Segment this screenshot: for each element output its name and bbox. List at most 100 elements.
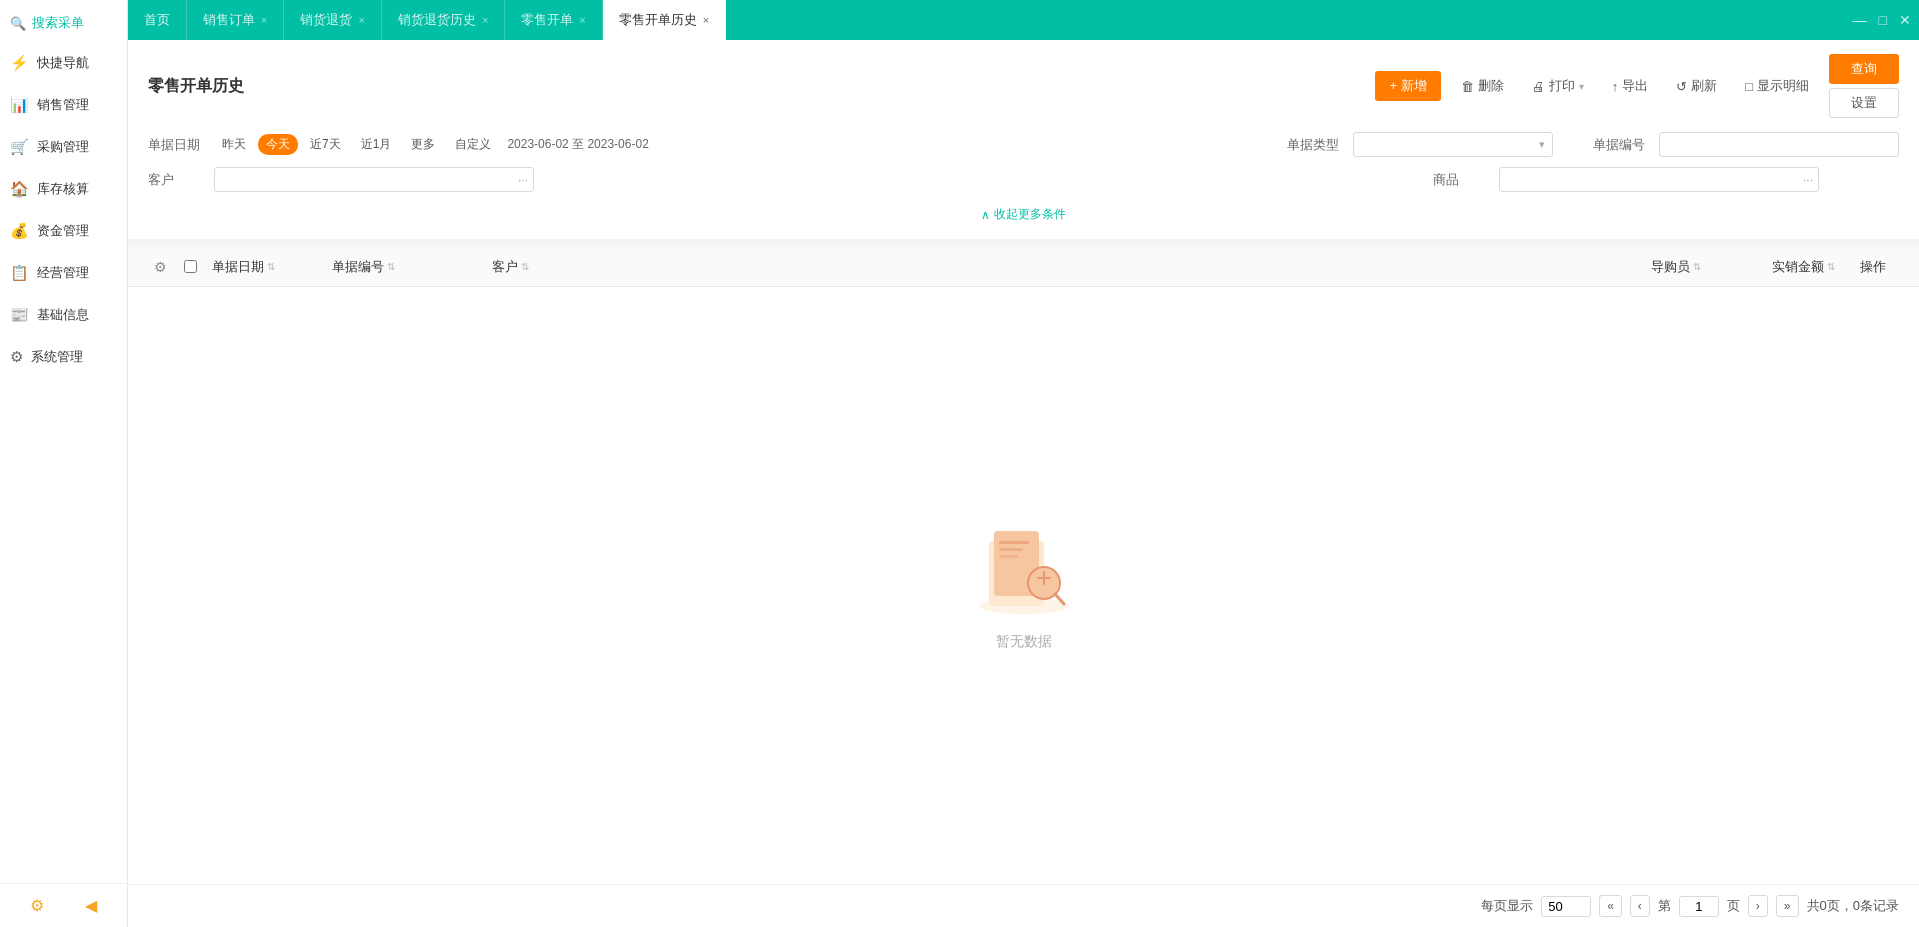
date-btn-yesterday[interactable]: 昨天 <box>214 134 254 155</box>
query-button[interactable]: 查询 <box>1829 54 1899 84</box>
date-btn-7days[interactable]: 近7天 <box>302 134 349 155</box>
th-action: 操作 <box>1843 258 1903 276</box>
tab-sales-order-close[interactable]: × <box>261 15 267 26</box>
th-checkbox[interactable] <box>176 260 204 273</box>
tab-retail-open[interactable]: 零售开单 × <box>505 0 602 40</box>
th-amount-label: 实销金额 <box>1772 258 1824 276</box>
empty-state: 暂无数据 <box>128 287 1919 884</box>
date-btn-today[interactable]: 今天 <box>258 134 298 155</box>
tab-home[interactable]: 首页 <box>128 0 187 40</box>
sidebar: 🔍 搜索采单 ⚡ 快捷导航 📊 销售管理 🛒 采购管理 🏠 库存核算 💰 资金管… <box>0 0 128 927</box>
goods-input[interactable] <box>1499 167 1819 192</box>
bill-type-label: 单据类型 <box>1287 136 1345 154</box>
quick-nav-icon: ⚡ <box>10 54 29 72</box>
tab-sales-order[interactable]: 销售订单 × <box>187 0 284 40</box>
th-salesman-sort[interactable]: ⇅ <box>1693 261 1701 272</box>
tab-sales-return[interactable]: 销货退货 × <box>284 0 381 40</box>
display-detail-button[interactable]: □ 显示明细 <box>1737 73 1817 99</box>
th-date-sort[interactable]: ⇅ <box>267 261 275 272</box>
print-icon: 🖨 <box>1532 79 1545 94</box>
tab-sales-return-history-close[interactable]: × <box>482 15 488 26</box>
th-customer: 客户 ⇅ <box>484 258 1643 276</box>
th-amount: 实销金额 ⇅ <box>1743 258 1843 276</box>
bill-no-input[interactable] <box>1659 132 1899 157</box>
tab-sales-order-label: 销售订单 <box>203 11 255 29</box>
export-label: 导出 <box>1622 77 1648 95</box>
collapse-row: ∧ 收起更多条件 <box>148 202 1899 229</box>
empty-illustration <box>964 521 1084 621</box>
footer-settings-icon[interactable]: ⚙ <box>30 896 44 915</box>
next-page-btn[interactable]: › <box>1748 895 1768 917</box>
sidebar-item-inventory[interactable]: 🏠 库存核算 <box>0 168 127 210</box>
tab-retail-history-label: 零售开单历史 <box>619 11 697 29</box>
th-date: 单据日期 ⇅ <box>204 258 324 276</box>
sidebar-item-purchase-mgmt[interactable]: 🛒 采购管理 <box>0 126 127 168</box>
print-chevron: ▾ <box>1579 81 1584 92</box>
print-button[interactable]: 🖨 打印 ▾ <box>1524 73 1592 99</box>
page-size-select[interactable]: 50 10 20 100 <box>1541 896 1591 917</box>
delete-button[interactable]: 🗑 删除 <box>1453 73 1512 99</box>
sidebar-item-sys-mgmt[interactable]: ⚙ 系统管理 <box>0 336 127 378</box>
th-action-label: 操作 <box>1860 258 1886 276</box>
svg-rect-4 <box>999 548 1023 551</box>
tab-home-label: 首页 <box>144 11 170 29</box>
th-date-label: 单据日期 <box>212 258 264 276</box>
date-buttons: 昨天 今天 近7天 近1月 更多 自定义 2023-06-02 至 2023-0… <box>214 134 649 155</box>
th-billno-sort[interactable]: ⇅ <box>387 261 395 272</box>
date-btn-more[interactable]: 更多 <box>403 134 443 155</box>
close-btn-win[interactable]: ✕ <box>1899 12 1911 28</box>
tab-sales-return-close[interactable]: × <box>358 15 364 26</box>
window-controls: — □ ✕ <box>1853 12 1919 28</box>
footer-collapse-icon[interactable]: ◀ <box>85 896 97 915</box>
sidebar-item-finance[interactable]: 💰 资金管理 <box>0 210 127 252</box>
date-btn-1month[interactable]: 近1月 <box>353 134 400 155</box>
refresh-icon: ↺ <box>1676 79 1687 94</box>
table-settings-btn[interactable]: ⚙ <box>150 255 171 279</box>
bill-type-select[interactable] <box>1353 132 1553 157</box>
setting-button[interactable]: 设置 <box>1829 88 1899 118</box>
sidebar-item-quick-nav[interactable]: ⚡ 快捷导航 <box>0 42 127 84</box>
customer-input-wrap: ··· <box>214 167 534 192</box>
sidebar-item-basic-info[interactable]: 📰 基础信息 <box>0 294 127 336</box>
th-customer-sort[interactable]: ⇅ <box>521 261 529 272</box>
sidebar-item-sales-mgmt[interactable]: 📊 销售管理 <box>0 84 127 126</box>
collapse-label: 收起更多条件 <box>994 206 1066 223</box>
th-salesman: 导购员 ⇅ <box>1643 258 1743 276</box>
sidebar-item-label: 经营管理 <box>37 264 89 282</box>
filter-area: 单据日期 昨天 今天 近7天 近1月 更多 自定义 2023-06-02 至 2… <box>128 132 1919 239</box>
sidebar-item-label: 基础信息 <box>37 306 89 324</box>
tab-retail-history[interactable]: 零售开单历史 × <box>603 0 726 40</box>
page-number-input[interactable]: 1 <box>1679 896 1719 917</box>
maximize-btn[interactable]: □ <box>1879 12 1887 28</box>
tab-retail-open-close[interactable]: × <box>579 15 585 26</box>
tab-sales-return-history[interactable]: 销货退货历史 × <box>382 0 505 40</box>
customer-input[interactable] <box>214 167 534 192</box>
th-billno: 单据编号 ⇅ <box>324 258 484 276</box>
bill-type-select-wrap: ▾ <box>1353 132 1553 157</box>
prev-page-btn[interactable]: ‹ <box>1630 895 1650 917</box>
select-all-checkbox[interactable] <box>184 260 197 273</box>
sidebar-item-operations[interactable]: 📋 经营管理 <box>0 252 127 294</box>
last-page-btn[interactable]: » <box>1776 895 1799 917</box>
collapse-button[interactable]: ∧ 收起更多条件 <box>981 206 1066 223</box>
sidebar-search[interactable]: 🔍 搜索采单 <box>0 0 127 42</box>
tab-retail-history-close[interactable]: × <box>703 15 709 26</box>
date-range: 2023-06-02 至 2023-06-02 <box>507 136 648 153</box>
minimize-btn[interactable]: — <box>1853 12 1867 28</box>
first-page-btn[interactable]: « <box>1599 895 1622 917</box>
finance-icon: 💰 <box>10 222 29 240</box>
content-area: 零售开单历史 + 新增 🗑 删除 🖨 打印 ▾ ↑ 导出 <box>128 40 1919 927</box>
sales-mgmt-icon: 📊 <box>10 96 29 114</box>
date-btn-custom[interactable]: 自定义 <box>447 134 499 155</box>
export-button[interactable]: ↑ 导出 <box>1604 73 1657 99</box>
bill-no-input-wrap <box>1659 132 1899 157</box>
sidebar-item-label: 采购管理 <box>37 138 89 156</box>
customer-label: 客户 <box>148 171 206 189</box>
pagination: 每页显示 50 10 20 100 « ‹ 第 1 页 › » 共0页，0条记录 <box>128 884 1919 927</box>
th-customer-label: 客户 <box>492 258 518 276</box>
refresh-button[interactable]: ↺ 刷新 <box>1668 73 1725 99</box>
add-button[interactable]: + 新增 <box>1375 71 1440 101</box>
display-detail-label: 显示明细 <box>1757 77 1809 95</box>
th-amount-sort[interactable]: ⇅ <box>1827 261 1835 272</box>
operations-icon: 📋 <box>10 264 29 282</box>
